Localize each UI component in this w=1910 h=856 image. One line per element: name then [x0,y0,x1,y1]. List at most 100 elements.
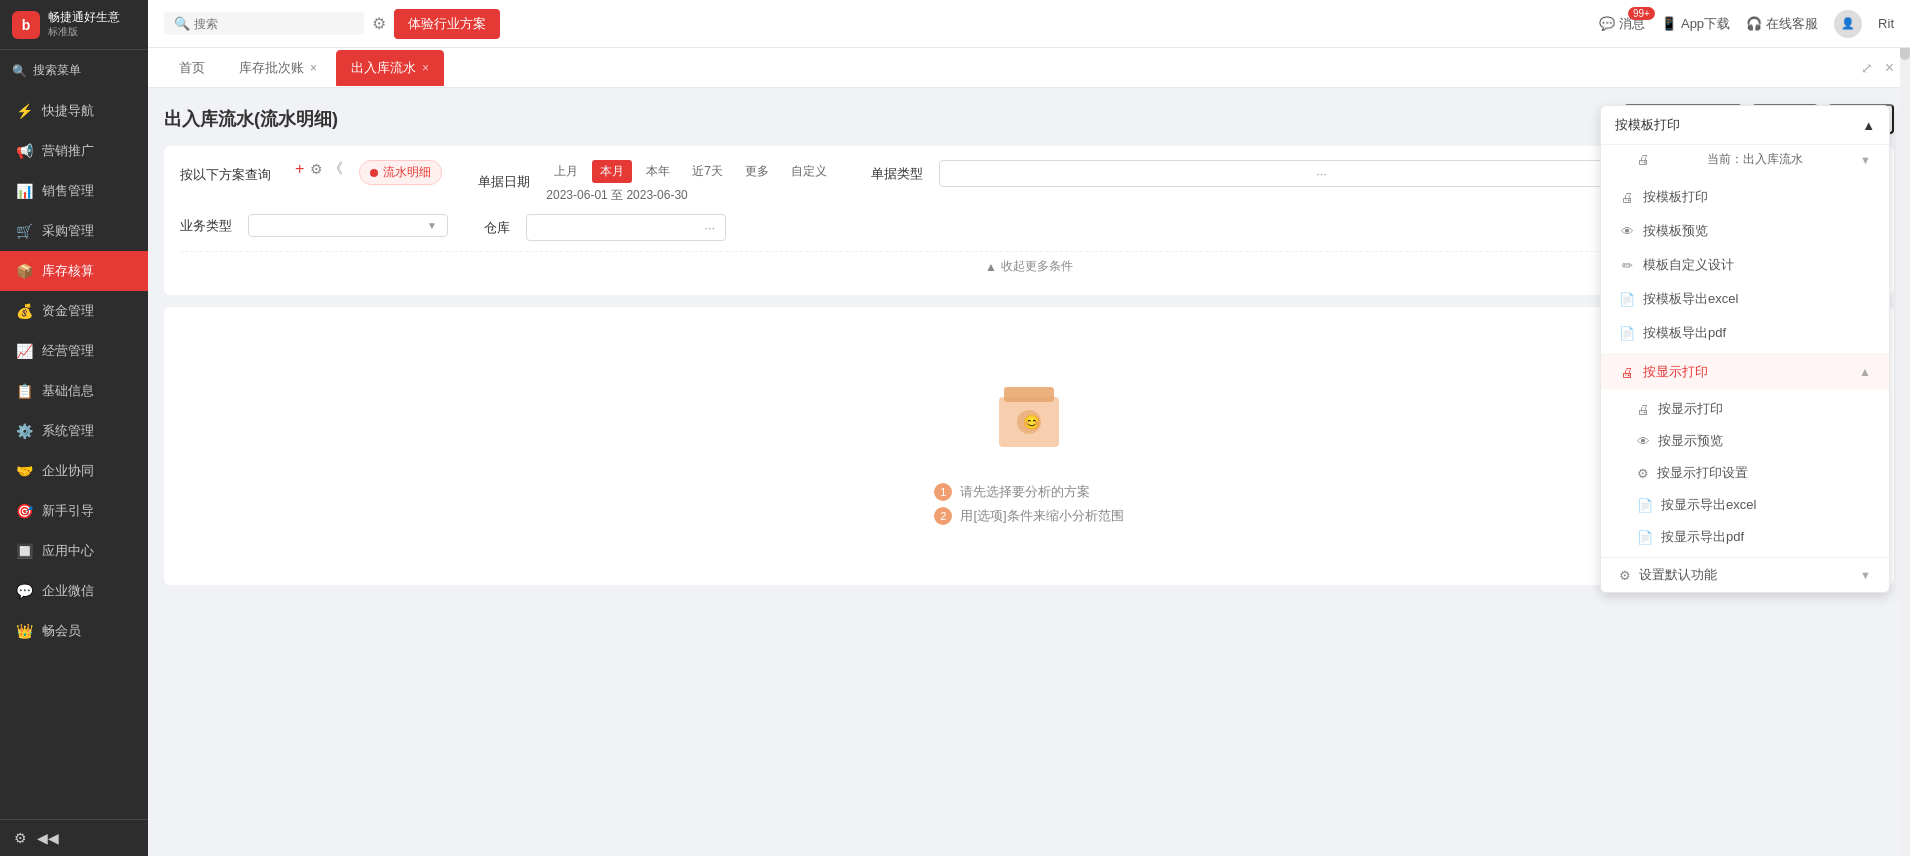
display-export-excel-btn[interactable]: 📄 按显示导出excel [1601,489,1889,521]
sidebar-item-label: 系统管理 [42,422,94,440]
template-print-label: 按模板打印 [1643,188,1708,206]
sidebar-item-corp[interactable]: 🤝 企业协同 [0,451,148,491]
warehouse-select[interactable]: ··· [526,214,726,241]
date-option-last7[interactable]: 近7天 [684,160,731,183]
sidebar-item-label: 基础信息 [42,382,94,400]
sidebar-item-purchase[interactable]: 🛒 采购管理 [0,211,148,251]
sidebar-search-area[interactable]: 🔍 搜索菜单 [0,50,148,91]
username-label[interactable]: Rit [1878,16,1894,31]
topbar-right: 💬 消息 99+ 📱 App下载 🎧 在线客服 👤 Rit [1599,10,1894,38]
topbar-search-input[interactable] [194,17,314,31]
excel-icon: 📄 [1619,291,1635,307]
footer-settings-icon: ⚙ [1619,568,1631,583]
display-section: 🖨 按显示打印 👁 按显示预览 ⚙ 按显示打印设置 📄 按显示导出excel 📄… [1601,389,1889,557]
dropdown-current: 🖨 当前：出入库流水 ▼ [1601,145,1889,176]
tab-flow[interactable]: 出入库流水 × [336,50,444,86]
app-label: App下载 [1681,15,1730,33]
topbar-search-box[interactable]: 🔍 [164,12,364,35]
display-print-settings-btn[interactable]: ⚙ 按显示打印设置 [1601,457,1889,489]
display-preview-btn[interactable]: 👁 按显示预览 [1601,425,1889,457]
date-option-this-month[interactable]: 本月 [592,160,632,183]
settings-bottom-btn[interactable]: ⚙ [14,830,27,846]
sidebar-item-label: 营销推广 [42,142,94,160]
sidebar-item-label: 企业协同 [42,462,94,480]
dropdown-collapse-icon[interactable]: ▲ [1862,118,1875,133]
filter-settings-btn[interactable]: ⚙ [310,161,323,177]
collapse-sidebar-btn[interactable]: ◀◀ [37,830,59,846]
date-option-last-month[interactable]: 上月 [546,160,586,183]
empty-steps: 1 请先选择要分析的方案 2 用[选项]条件来缩小分析范围 [934,483,1123,525]
date-range-display: 2023-06-01 至 2023-06-30 [546,187,835,204]
filter-tag-item[interactable]: 流水明细 [359,160,442,185]
inventory-icon: 📦 [14,261,34,281]
filter-collapse-btn[interactable]: 《 [329,160,343,178]
tab-batch-close[interactable]: × [310,61,317,75]
display-export-excel-label: 按显示导出excel [1661,496,1756,514]
template-export-excel-btn[interactable]: 📄 按模板导出excel [1601,282,1889,316]
display-print-btn[interactable]: 🖨 按显示打印 [1601,393,1889,425]
step-1-text: 请先选择要分析的方案 [960,483,1090,501]
message-badge: 99+ [1628,7,1655,20]
search-menu-btn[interactable]: 🔍 搜索菜单 [12,58,136,83]
sidebar-item-guide[interactable]: 🎯 新手引导 [0,491,148,531]
business-type-select[interactable]: ▼ [248,214,448,237]
dropdown-footer[interactable]: ⚙ 设置默认功能 ▼ [1601,557,1889,592]
sidebar-item-quicknav[interactable]: ⚡ 快捷导航 [0,91,148,131]
date-option-more[interactable]: 更多 [737,160,777,183]
dropdown-title: 按模板打印 [1615,116,1680,134]
user-avatar[interactable]: 👤 [1834,10,1862,38]
sidebar: b 畅捷通好生意 标准版 🔍 搜索菜单 ⚡ 快捷导航 📢 营销推广 📊 销售管理… [0,0,148,856]
sidebar-item-wechat[interactable]: 💬 企业微信 [0,571,148,611]
template-export-pdf-btn[interactable]: 📄 按模板导出pdf [1601,316,1889,350]
template-export-excel-label: 按模板导出excel [1643,290,1738,308]
app-download-btn[interactable]: 📱 App下载 [1661,15,1730,33]
topbar-gear-icon[interactable]: ⚙ [372,14,386,33]
date-filter-group: 单据日期 上月 本月 本年 近7天 更多 自定义 2023-06-01 至 20… [478,160,835,204]
sidebar-item-basic[interactable]: 📋 基础信息 [0,371,148,411]
sidebar-item-finance[interactable]: 💰 资金管理 [0,291,148,331]
display-export-pdf-btn[interactable]: 📄 按显示导出pdf [1601,521,1889,553]
sidebar-item-marketing[interactable]: 📢 营销推广 [0,131,148,171]
date-filter-label: 单据日期 [478,173,530,191]
message-btn[interactable]: 💬 消息 99+ [1599,15,1645,33]
business-type-label: 业务类型 [180,217,232,235]
template-print-btn[interactable]: 🖨 按模板打印 [1601,180,1889,214]
template-preview-btn[interactable]: 👁 按模板预览 [1601,214,1889,248]
maximize-icon[interactable]: ⤢ [1861,60,1873,76]
display-pdf-icon: 📄 [1637,530,1653,545]
window-close-icon[interactable]: × [1885,59,1894,77]
date-option-custom[interactable]: 自定义 [783,160,835,183]
display-preview-icon: 👁 [1637,434,1650,449]
tab-flow-close[interactable]: × [422,61,429,75]
sidebar-item-system[interactable]: ⚙️ 系统管理 [0,411,148,451]
template-icon: 🖨 [1637,152,1650,167]
sidebar-item-member[interactable]: 👑 畅会员 [0,611,148,651]
template-design-btn[interactable]: ✏ 模板自定义设计 [1601,248,1889,282]
tab-home[interactable]: 首页 [164,50,220,86]
main-area: 🔍 ⚙ 体验行业方案 💬 消息 99+ 📱 App下载 🎧 在线客服 👤 [148,0,1910,856]
print-dropdown-panel: 按模板打印 ▲ 🖨 当前：出入库流水 ▼ 🖨 按模板打印 👁 按模板预览 ✏ 模… [1600,105,1890,593]
sidebar-item-sales[interactable]: 📊 销售管理 [0,171,148,211]
footer-arrow: ▼ [1860,569,1871,581]
sidebar-bottom: ⚙ ◀◀ [0,819,148,856]
svg-rect-1 [1004,387,1054,402]
online-service-btn[interactable]: 🎧 在线客服 [1746,15,1818,33]
design-icon: ✏ [1619,257,1635,273]
trial-btn[interactable]: 体验行业方案 [394,9,500,39]
sidebar-item-inventory[interactable]: 📦 库存核算 [0,251,148,291]
current-arrow[interactable]: ▼ [1860,154,1871,166]
filter-add-btn[interactable]: + [295,160,304,178]
display-export-pdf-label: 按显示导出pdf [1661,528,1744,546]
tab-batch[interactable]: 库存批次账 × [224,50,332,86]
date-option-this-year[interactable]: 本年 [638,160,678,183]
sidebar-item-operation[interactable]: 📈 经营管理 [0,331,148,371]
dropdown-header: 按模板打印 ▲ [1601,106,1889,145]
display-print-group-header[interactable]: 🖨 按显示打印 ▲ [1601,355,1889,389]
empty-step-1: 1 请先选择要分析的方案 [934,483,1123,501]
display-print-icon: 🖨 [1637,402,1650,417]
collapse-arrow-icon: ▲ [985,260,997,274]
display-group-icon: 🖨 [1619,364,1635,380]
sidebar-item-appcenter[interactable]: 🔲 应用中心 [0,531,148,571]
business-type-group: 业务类型 ▼ [180,214,448,237]
basic-icon: 📋 [14,381,34,401]
